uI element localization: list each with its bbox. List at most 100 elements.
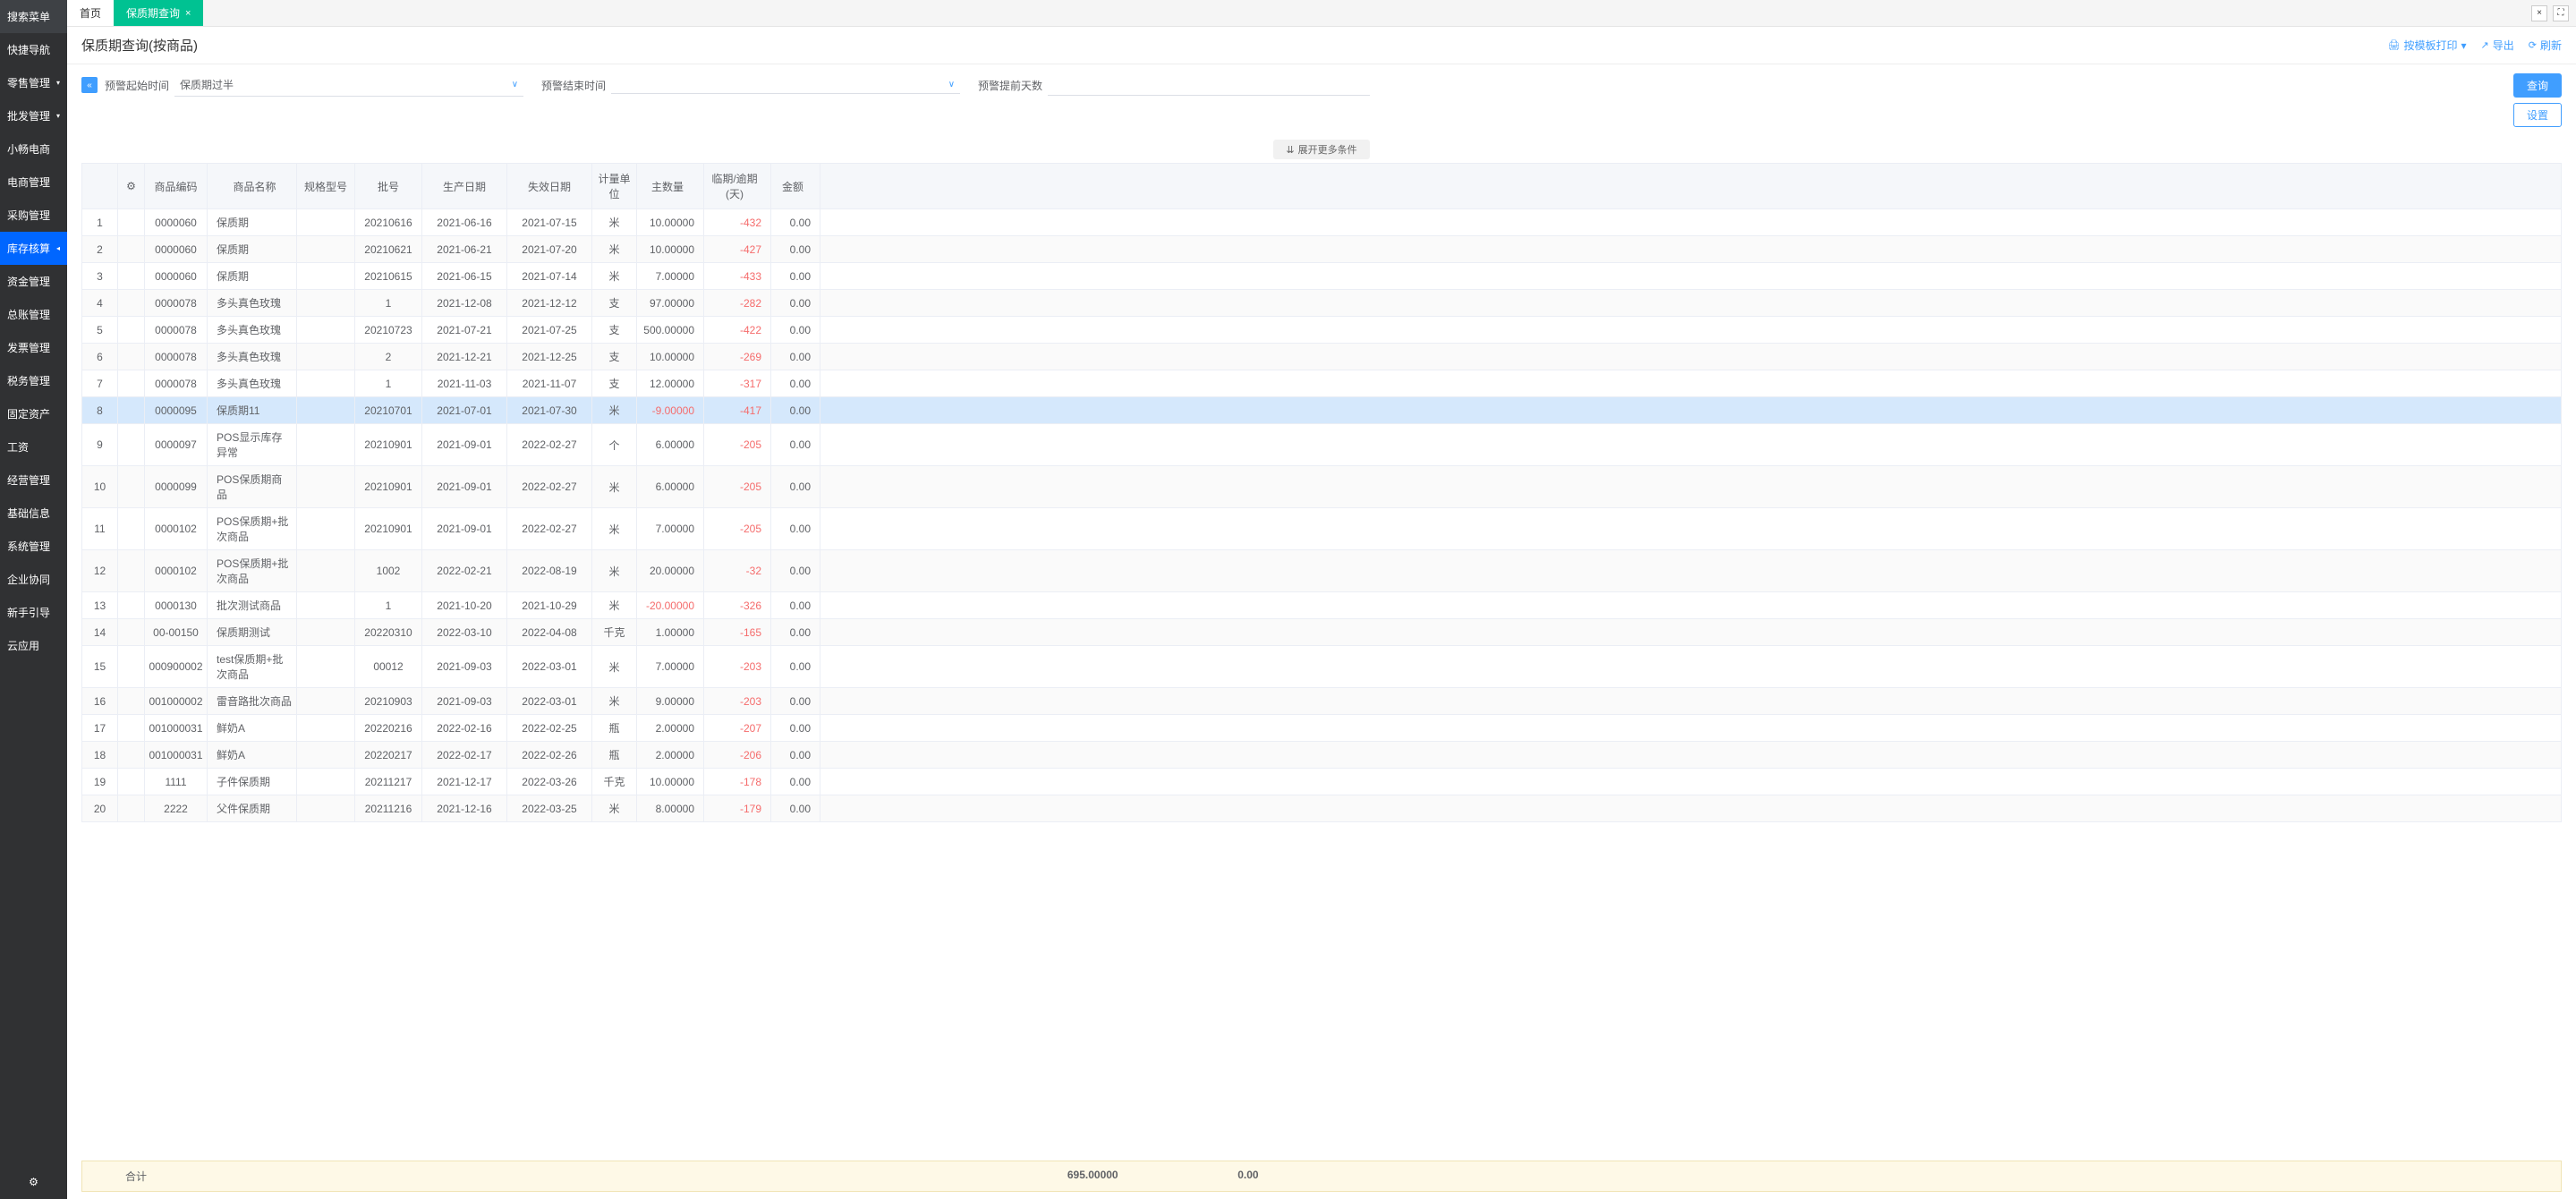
table-row[interactable]: 50000078多头真色玫瑰202107232021-07-212021-07-… <box>82 317 2562 344</box>
sidebar-item-3[interactable]: 批发管理▾ <box>0 99 67 132</box>
cell-code: 0000060 <box>145 263 208 290</box>
cell-days: -269 <box>704 344 771 370</box>
th-qty[interactable]: 主数量 <box>637 164 704 209</box>
sidebar-item-2[interactable]: 零售管理▾ <box>0 66 67 99</box>
cell-code: 0000078 <box>145 317 208 344</box>
th-days[interactable]: 临期/逾期(天) <box>704 164 771 209</box>
reset-button[interactable]: 设置 <box>2513 103 2562 127</box>
cell-name: 多头真色玫瑰 <box>208 344 297 370</box>
table-row[interactable]: 120000102POS保质期+批次商品10022022-02-212022-0… <box>82 550 2562 592</box>
sidebar-item-16[interactable]: 系统管理 <box>0 530 67 563</box>
table-row[interactable]: 30000060保质期202106152021-06-152021-07-14米… <box>82 263 2562 290</box>
table-row[interactable]: 80000095保质期11202107012021-07-012021-07-3… <box>82 397 2562 424</box>
sidebar-item-6[interactable]: 采购管理 <box>0 199 67 232</box>
sidebar-item-0[interactable]: 搜索菜单 <box>0 0 67 33</box>
cell-empty <box>820 317 2562 344</box>
tab-home[interactable]: 首页 <box>67 0 114 26</box>
cell-empty <box>820 508 2562 550</box>
sidebar-item-14[interactable]: 经营管理 <box>0 463 67 497</box>
sidebar-item-12[interactable]: 固定资产 <box>0 397 67 430</box>
table-row[interactable]: 40000078多头真色玫瑰12021-12-082021-12-12支97.0… <box>82 290 2562 317</box>
cell-pdate: 2022-02-21 <box>422 550 507 592</box>
expand-more-button[interactable]: ⇊ 展开更多条件 <box>1273 140 1369 159</box>
cell-empty <box>820 619 2562 646</box>
th-name[interactable]: 商品名称 <box>208 164 297 209</box>
table-row[interactable]: 1400-00150保质期测试202203102022-03-102022-04… <box>82 619 2562 646</box>
sidebar-item-11[interactable]: 税务管理 <box>0 364 67 397</box>
cell-code: 0000099 <box>145 466 208 508</box>
close-icon[interactable]: × <box>185 8 191 19</box>
table-row[interactable]: 15000900002test保质期+批次商品000122021-09-0320… <box>82 646 2562 688</box>
cell-pdate: 2021-06-15 <box>422 263 507 290</box>
th-unit[interactable]: 计量单位 <box>592 164 637 209</box>
th-settings[interactable]: ⚙ <box>118 164 145 209</box>
table-row[interactable]: 20000060保质期202106212021-06-212021-07-20米… <box>82 236 2562 263</box>
filter-start-select[interactable]: 保质期过半 ∨ <box>174 73 523 97</box>
table-row[interactable]: 16001000002雷音路批次商品202109032021-09-032022… <box>82 688 2562 715</box>
cell-edate: 2022-02-27 <box>507 466 592 508</box>
cell-spec <box>297 290 355 317</box>
table-row[interactable]: 90000097POS显示库存异常202109012021-09-012022-… <box>82 424 2562 466</box>
cell-empty <box>820 592 2562 619</box>
cell-qty: 12.00000 <box>637 370 704 397</box>
cell-unit: 米 <box>592 646 637 688</box>
cell-code: 2222 <box>145 795 208 822</box>
cell-qty: 10.00000 <box>637 236 704 263</box>
sidebar-item-8[interactable]: 资金管理 <box>0 265 67 298</box>
cell-amt: 0.00 <box>771 236 820 263</box>
sidebar-item-9[interactable]: 总账管理 <box>0 298 67 331</box>
table-row[interactable]: 70000078多头真色玫瑰12021-11-032021-11-07支12.0… <box>82 370 2562 397</box>
cell-name: test保质期+批次商品 <box>208 646 297 688</box>
table-row[interactable]: 18001000031鲜奶A202202172022-02-172022-02-… <box>82 742 2562 769</box>
sidebar-item-19[interactable]: 云应用 <box>0 629 67 662</box>
cell-index: 13 <box>82 592 118 619</box>
sidebar-item-5[interactable]: 电商管理 <box>0 166 67 199</box>
sidebar-item-10[interactable]: 发票管理 <box>0 331 67 364</box>
table-row[interactable]: 60000078多头真色玫瑰22021-12-212021-12-25支10.0… <box>82 344 2562 370</box>
sidebar-settings[interactable]: ⚙ <box>0 1165 67 1199</box>
table-row[interactable]: 202222父件保质期202112162021-12-162022-03-25米… <box>82 795 2562 822</box>
collapse-filters-button[interactable]: « <box>81 77 98 93</box>
table-row[interactable]: 17001000031鲜奶A202202162022-02-162022-02-… <box>82 715 2562 742</box>
table-row[interactable]: 100000099POS保质期商品202109012021-09-012022-… <box>82 466 2562 508</box>
fullscreen-icon[interactable]: ⛶ <box>2553 5 2569 21</box>
table-row[interactable]: 130000130批次测试商品12021-10-202021-10-29米-20… <box>82 592 2562 619</box>
th-pdate[interactable]: 生产日期 <box>422 164 507 209</box>
th-amt[interactable]: 金额 <box>771 164 820 209</box>
cell-days: -179 <box>704 795 771 822</box>
tab-close-all-button[interactable]: × <box>2531 5 2547 21</box>
sidebar-item-17[interactable]: 企业协同 <box>0 563 67 596</box>
sidebar-item-7[interactable]: 库存核算◂ <box>0 232 67 265</box>
chevron-down-icon: ▾ <box>56 112 60 120</box>
search-button[interactable]: 查询 <box>2513 73 2562 98</box>
cell-edate: 2021-11-07 <box>507 370 592 397</box>
sidebar-item-15[interactable]: 基础信息 <box>0 497 67 530</box>
cell-edate: 2021-07-14 <box>507 263 592 290</box>
sidebar-item-4[interactable]: 小畅电商 <box>0 132 67 166</box>
table-row[interactable]: 10000060保质期202106162021-06-162021-07-15米… <box>82 209 2562 236</box>
cell-empty <box>820 688 2562 715</box>
cell-amt: 0.00 <box>771 769 820 795</box>
print-button[interactable]: 🖨 按模板打印 ▾ <box>2388 38 2467 53</box>
filter-end-select[interactable]: ∨ <box>611 76 960 94</box>
sidebar-item-18[interactable]: 新手引导 <box>0 596 67 629</box>
sidebar-item-1[interactable]: 快捷导航 <box>0 33 67 66</box>
cell-amt: 0.00 <box>771 508 820 550</box>
export-button[interactable]: ↗ 导出 <box>2481 38 2514 53</box>
cell-empty <box>820 715 2562 742</box>
cell-unit: 米 <box>592 550 637 592</box>
th-spec[interactable]: 规格型号 <box>297 164 355 209</box>
sidebar-item-13[interactable]: 工资 <box>0 430 67 463</box>
refresh-button[interactable]: ⟳ 刷新 <box>2529 38 2562 53</box>
tab-shelf-life-query[interactable]: 保质期查询 × <box>114 0 203 26</box>
filter-days-input[interactable] <box>1048 75 1370 96</box>
cell-code: 0000078 <box>145 344 208 370</box>
cell-qty: 7.00000 <box>637 646 704 688</box>
th-batch[interactable]: 批号 <box>355 164 422 209</box>
cell-name: 父件保质期 <box>208 795 297 822</box>
th-code[interactable]: 商品编码 <box>145 164 208 209</box>
table-row[interactable]: 191111子件保质期202112172021-12-172022-03-26千… <box>82 769 2562 795</box>
cell-spec <box>297 715 355 742</box>
th-edate[interactable]: 失效日期 <box>507 164 592 209</box>
table-row[interactable]: 110000102POS保质期+批次商品202109012021-09-0120… <box>82 508 2562 550</box>
